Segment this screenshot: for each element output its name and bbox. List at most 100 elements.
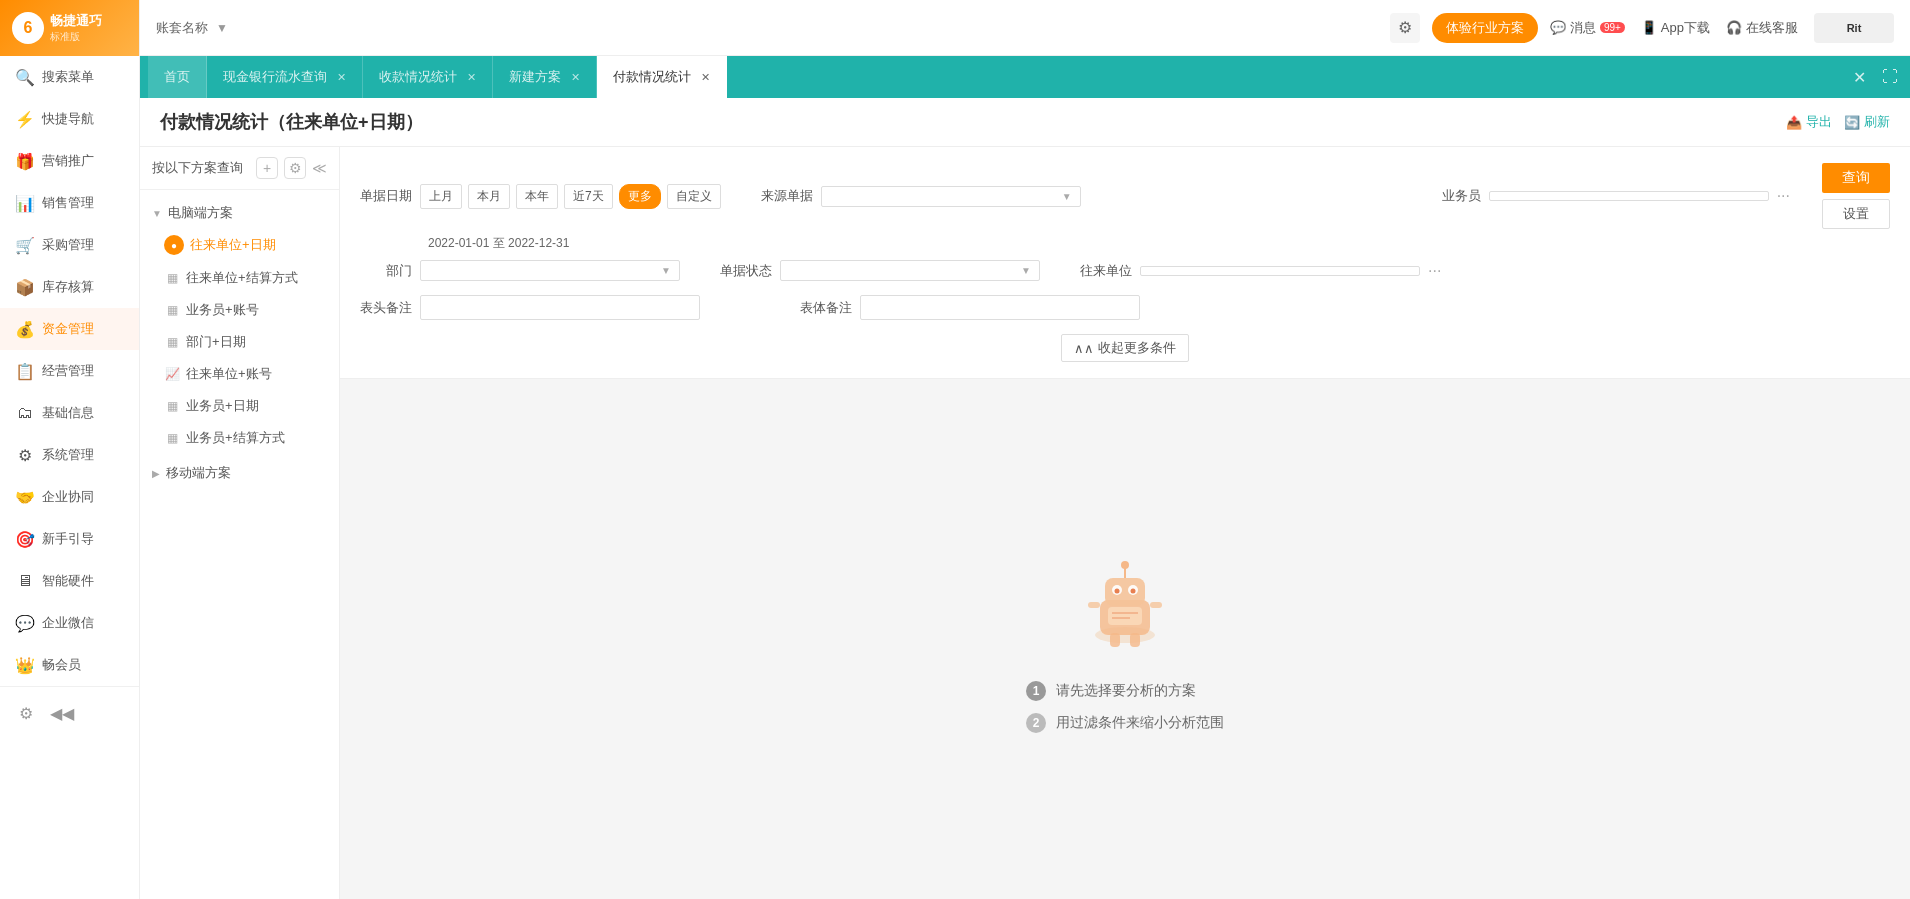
collapse-more-btn[interactable]: ∧∧ 收起更多条件 [1061, 334, 1189, 362]
messages-btn[interactable]: 💬 消息 99+ [1550, 19, 1625, 37]
date-filter: 单据日期 上月 本月 本年 近7天 更多 自定义 [360, 184, 721, 209]
header-note-filter: 表头备注 [360, 295, 700, 320]
unit-more-btn[interactable]: ··· [1428, 262, 1441, 280]
scheme-settings-btn[interactable]: ⚙ [284, 157, 306, 179]
date-custom-btn[interactable]: 自定义 [667, 184, 721, 209]
scheme-unit-settle[interactable]: ▦ 往来单位+结算方式 [152, 262, 339, 294]
clipboard-icon: 📋 [16, 362, 34, 380]
sidebar-item-system[interactable]: ⚙ 系统管理 [0, 434, 139, 476]
tab-receipt-close[interactable]: ✕ [467, 71, 476, 84]
sidebar-item-label: 基础信息 [42, 404, 94, 422]
tab-bank-close[interactable]: ✕ [337, 71, 346, 84]
sidebar-item-quick-nav[interactable]: ⚡ 快捷导航 [0, 98, 139, 140]
avatar[interactable]: Rit [1814, 13, 1894, 43]
left-panel: 按以下方案查询 + ⚙ ≪ ▼ 电脑端方案 [140, 147, 340, 899]
status-filter: 单据状态 ▼ [720, 260, 1040, 281]
status-select[interactable]: ▼ [780, 260, 1040, 281]
sidebar-item-member[interactable]: 👑 畅会员 [0, 644, 139, 686]
scheme-unit-settle-label: 往来单位+结算方式 [186, 269, 298, 287]
tab-receipt[interactable]: 收款情况统计 ✕ [363, 56, 493, 98]
unit-select[interactable] [1140, 266, 1420, 276]
scheme-icon: ▦ [164, 302, 180, 318]
sidebar-item-marketing[interactable]: 🎁 营销推广 [0, 140, 139, 182]
tab-fullscreen-btn[interactable]: ⛶ [1878, 64, 1902, 90]
settings-btn[interactable]: 设置 [1822, 199, 1890, 229]
sidebar-item-wechat[interactable]: 💬 企业微信 [0, 602, 139, 644]
sidebar-item-search[interactable]: 🔍 搜索菜单 [0, 56, 139, 98]
sidebar-item-hardware[interactable]: 🖥 智能硬件 [0, 560, 139, 602]
export-btn[interactable]: 📤 导出 [1786, 113, 1832, 131]
refresh-btn[interactable]: 🔄 刷新 [1844, 113, 1890, 131]
source-select[interactable]: ▼ [821, 186, 1081, 207]
unit-filter-label: 往来单位 [1080, 262, 1132, 280]
scheme-icon: ▦ [164, 430, 180, 446]
collapse-sidebar-btn[interactable]: ◀◀ [48, 699, 76, 727]
sidebar-item-label: 快捷导航 [42, 110, 94, 128]
message-badge: 99+ [1600, 22, 1625, 33]
mobile-scheme-header[interactable]: ▶ 移动端方案 [140, 458, 339, 488]
date-this-year-btn[interactable]: 本年 [516, 184, 558, 209]
collapse-icon: ∧∧ [1074, 341, 1094, 356]
tab-payment[interactable]: 付款情况统计 ✕ [597, 56, 727, 98]
sidebar-item-label: 企业协同 [42, 488, 94, 506]
tab-payment-close[interactable]: ✕ [701, 71, 710, 84]
scheme-dept-date[interactable]: ▦ 部门+日期 [152, 326, 339, 358]
logo-icon: 6 [12, 12, 44, 44]
tab-home[interactable]: 首页 [148, 56, 207, 98]
app-download-btn[interactable]: 📱 App下载 [1641, 19, 1710, 37]
online-service-btn[interactable]: 🎧 在线客服 [1726, 19, 1798, 37]
header-note-input[interactable] [420, 295, 700, 320]
desktop-scheme-label: 电脑端方案 [168, 204, 233, 222]
date-more-btn[interactable]: 更多 [619, 184, 661, 209]
sidebar-item-guide[interactable]: 🎯 新手引导 [0, 518, 139, 560]
desktop-scheme-header[interactable]: ▼ 电脑端方案 [140, 198, 339, 228]
account-name: 账套名称 [156, 19, 208, 37]
svg-rect-11 [1110, 633, 1120, 647]
scheme-staff-account[interactable]: ▦ 业务员+账号 [152, 294, 339, 326]
body-note-input[interactable] [860, 295, 1140, 320]
scheme-staff-date[interactable]: ▦ 业务员+日期 [152, 390, 339, 422]
hint-2-text: 用过滤条件来缩小分析范围 [1056, 714, 1224, 732]
app-label: App下载 [1661, 19, 1710, 37]
sidebar-item-funds[interactable]: 💰 资金管理 [0, 308, 139, 350]
query-btn[interactable]: 查询 [1822, 163, 1890, 193]
sidebar-item-purchase[interactable]: 🛒 采购管理 [0, 224, 139, 266]
dropdown-arrow-icon[interactable]: ▼ [216, 21, 228, 35]
add-scheme-btn[interactable]: + [256, 157, 278, 179]
sidebar-item-label: 资金管理 [42, 320, 94, 338]
logo-name: 畅捷通巧 [50, 12, 102, 30]
collapse-panel-btn[interactable]: ≪ [312, 160, 327, 176]
trial-industry-btn[interactable]: 体验行业方案 [1432, 13, 1538, 43]
refresh-label: 刷新 [1864, 113, 1890, 131]
arrow-right-icon: ▶ [152, 468, 160, 479]
logo-text: 畅捷通巧 标准版 [50, 12, 102, 44]
sidebar-item-basic-info[interactable]: 🗂 基础信息 [0, 392, 139, 434]
date-last-month-btn[interactable]: 上月 [420, 184, 462, 209]
scheme-unit-date[interactable]: ● 往来单位+日期 [152, 228, 339, 262]
scheme-staff-settle[interactable]: ▦ 业务员+结算方式 [152, 422, 339, 454]
staff-select[interactable] [1489, 191, 1769, 201]
money-icon: 💰 [16, 320, 34, 338]
sidebar-item-sales[interactable]: 📊 销售管理 [0, 182, 139, 224]
tab-close-all-btn[interactable]: ✕ [1849, 64, 1870, 91]
settings-icon[interactable]: ⚙ [12, 699, 40, 727]
sidebar-item-enterprise[interactable]: 🤝 企业协同 [0, 476, 139, 518]
sidebar-item-operations[interactable]: 📋 经营管理 [0, 350, 139, 392]
sidebar-item-label: 系统管理 [42, 446, 94, 464]
tab-new-scheme-close[interactable]: ✕ [571, 71, 580, 84]
desktop-scheme-items: ● 往来单位+日期 ▦ 往来单位+结算方式 ▦ 业务员+账号 [140, 228, 339, 454]
dept-select[interactable]: ▼ [420, 260, 680, 281]
header-settings-btn[interactable]: ⚙ [1390, 13, 1420, 43]
filter-row-2: 部门 ▼ 单据状态 ▼ [360, 260, 1890, 281]
date-7days-btn[interactable]: 近7天 [564, 184, 613, 209]
tab-bank[interactable]: 现金银行流水查询 ✕ [207, 56, 363, 98]
body-note-label: 表体备注 [800, 299, 852, 317]
staff-more-btn[interactable]: ··· [1777, 187, 1790, 205]
tab-new-scheme[interactable]: 新建方案 ✕ [493, 56, 597, 98]
svg-point-5 [1115, 589, 1120, 594]
sidebar-item-label: 畅会员 [42, 656, 81, 674]
svg-point-8 [1121, 561, 1129, 569]
sidebar-item-inventory[interactable]: 📦 库存核算 [0, 266, 139, 308]
date-this-month-btn[interactable]: 本月 [468, 184, 510, 209]
scheme-unit-account[interactable]: 📈 往来单位+账号 [152, 358, 339, 390]
